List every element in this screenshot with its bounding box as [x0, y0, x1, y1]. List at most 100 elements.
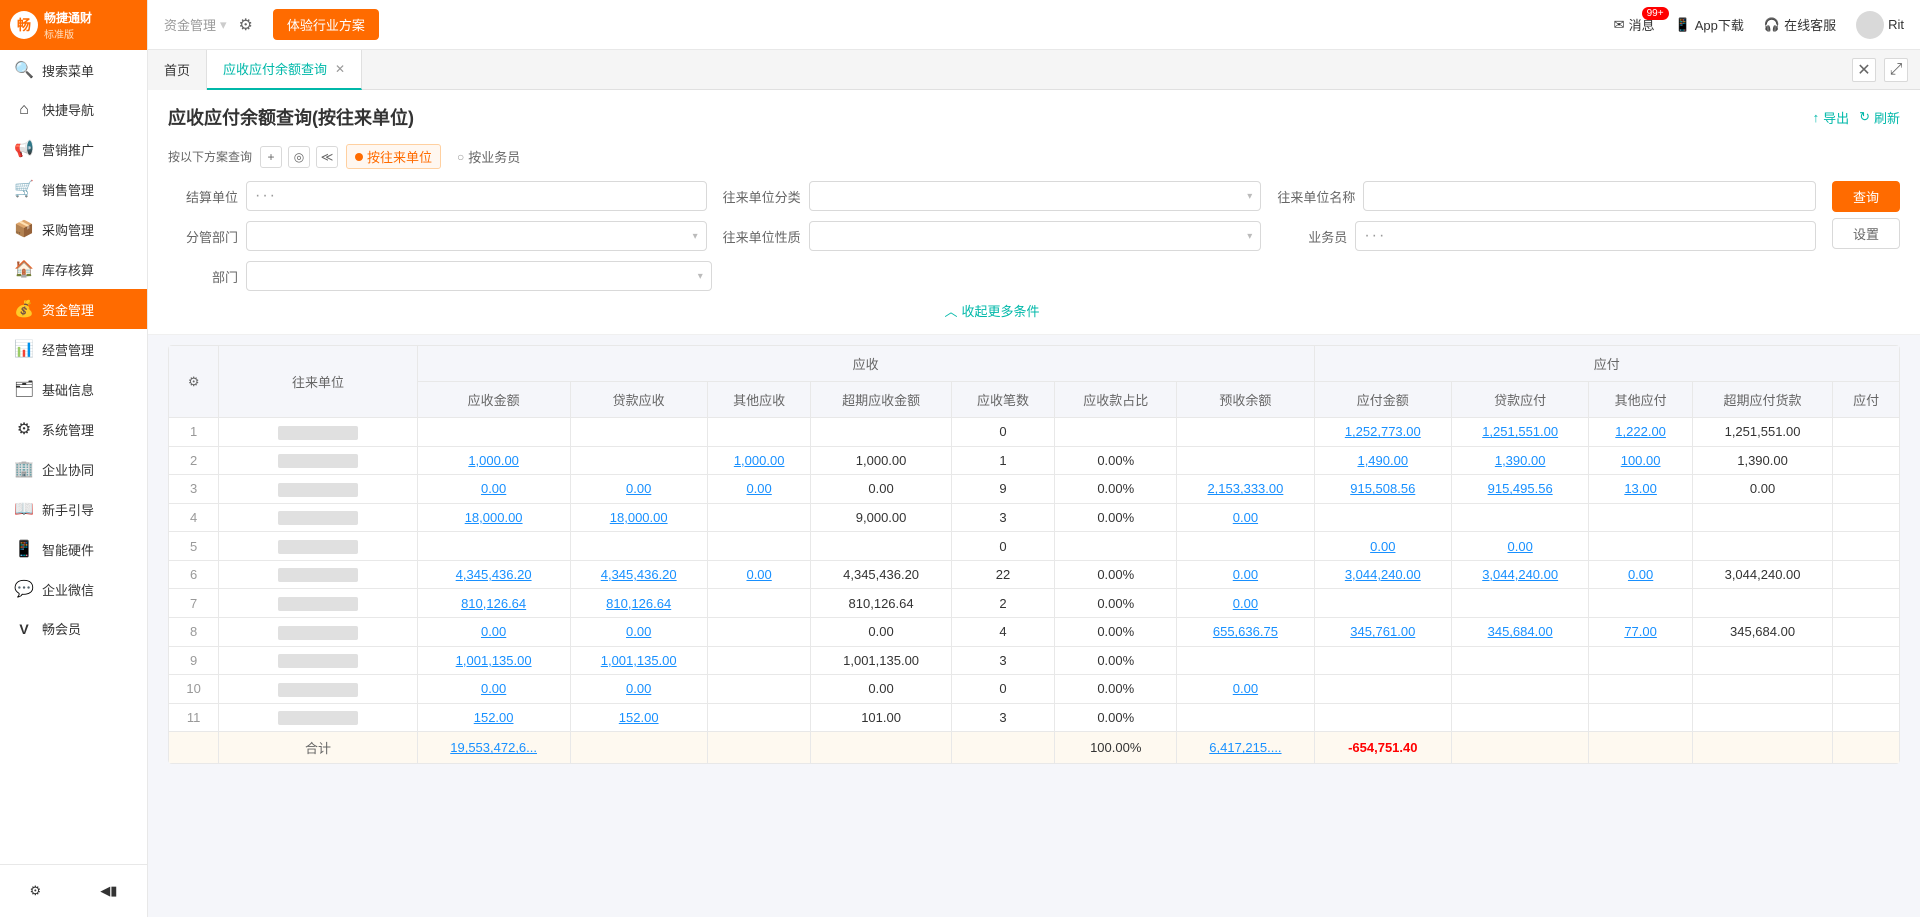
row-ar-other: 1,000.00 — [707, 446, 811, 475]
chevron-down-icon4: ▾ — [698, 271, 703, 282]
row-num: 10 — [169, 675, 219, 704]
tab-ar[interactable]: 应收应付余额查询 ✕ — [207, 50, 362, 90]
row-ar-overdue: 1,001,135.00 — [811, 646, 951, 675]
row-ar-count: 9 — [951, 475, 1055, 504]
sidebar-item-basic[interactable]: 🗂 基础信息 — [0, 369, 147, 409]
row-ar-ratio — [1055, 532, 1177, 561]
tab-close-icon[interactable]: ✕ — [335, 62, 345, 76]
dept-mgr-input[interactable]: ▾ — [246, 221, 707, 251]
sidebar-item-inventory[interactable]: 🏠 库存核算 — [0, 249, 147, 289]
row-ap-pay — [1833, 560, 1900, 589]
row-num: 3 — [169, 475, 219, 504]
scheme-edit-btn[interactable]: ◎ — [288, 146, 310, 168]
th-ap-pay: 应付 — [1833, 382, 1900, 418]
sidebar-item-quick[interactable]: ⌂ 快捷导航 — [0, 90, 147, 129]
th-ar-loan: 贷款应收 — [570, 382, 707, 418]
row-ar-other — [707, 418, 811, 447]
row-ap-loan: 915,495.56 — [1451, 475, 1588, 504]
sidebar-item-business[interactable]: 📊 经营管理 — [0, 329, 147, 369]
row-ar-prepay: 2,153,333.00 — [1177, 475, 1314, 504]
setting-button[interactable]: 设置 — [1832, 218, 1900, 249]
scheme-dot — [355, 153, 363, 161]
row-ar-count: 22 — [951, 560, 1055, 589]
sidebar-item-marketing[interactable]: 📢 营销推广 — [0, 129, 147, 169]
page-title: 应收应付余额查询(按往来单位) — [168, 104, 414, 130]
row-ar-prepay: 0.00 — [1177, 560, 1314, 589]
filter-scheme-actions: + ◎ ≪ — [260, 146, 338, 168]
row-ar-prepay: 0.00 — [1177, 675, 1314, 704]
dept-input[interactable]: ▾ — [246, 261, 712, 291]
message-icon: ✉ — [1614, 17, 1625, 33]
tabbar: 首页 应收应付余额查询 ✕ ✕ ⤢ — [148, 50, 1920, 90]
hardware-icon: 📱 — [14, 539, 34, 559]
sidebar-item-purchase[interactable]: 📦 采购管理 — [0, 209, 147, 249]
row-ar-other — [707, 503, 811, 532]
th-gear[interactable]: ⚙ — [169, 346, 219, 418]
refresh-button[interactable]: ↻ 刷新 — [1859, 108, 1900, 127]
row-ap-overdue: 0.00 — [1692, 475, 1832, 504]
row-ar-overdue: 4,345,436.20 — [811, 560, 951, 589]
company-class-input[interactable]: ▾ — [809, 181, 1262, 211]
data-table: ⚙ 往来单位 应收 应付 应收金额 贷款应收 其他应收 超期应收金额 应收笔数 — [168, 345, 1900, 764]
sidebar-settings-btn[interactable]: ⚙ — [20, 877, 52, 905]
tab-close-window-btn[interactable]: ✕ — [1852, 58, 1876, 82]
table-row: 4 18,000.00 18,000.00 9,000.00 3 0.00% 0… — [169, 503, 1900, 532]
topbar-right: ✉ 消息 99+ 📱 App下载 🎧 在线客服 Rit — [1614, 11, 1904, 39]
row-num: 5 — [169, 532, 219, 561]
filter-collapse-btn[interactable]: ︿ 收起更多条件 — [168, 301, 1816, 320]
sidebar-item-system[interactable]: ⚙ 系统管理 — [0, 409, 147, 449]
row-ap-overdue: 345,684.00 — [1692, 617, 1832, 646]
sidebar-collapse-btn[interactable]: ◀▮ — [90, 877, 127, 905]
row-ap-other: 13.00 — [1589, 475, 1693, 504]
row-ar-overdue: 0.00 — [811, 475, 951, 504]
service-icon: 🎧 — [1764, 17, 1780, 33]
row-ap-amount: 3,044,240.00 — [1314, 560, 1451, 589]
row-ap-other: 77.00 — [1589, 617, 1693, 646]
scheme-add-btn[interactable]: + — [260, 146, 282, 168]
sidebar-item-guide[interactable]: 📖 新手引导 — [0, 489, 147, 529]
sidebar-item-vip[interactable]: V 畅会员 — [0, 609, 147, 648]
scheme-by-salesman[interactable]: ○ 按业务员 — [449, 145, 528, 168]
page-actions: ↑ 导出 ↻ 刷新 — [1813, 108, 1900, 127]
tab-home[interactable]: 首页 — [148, 50, 207, 90]
row-ar-ratio — [1055, 418, 1177, 447]
footer-num — [169, 732, 219, 764]
logo: 畅 畅捷通财 标准版 — [0, 0, 147, 50]
row-ar-prepay: 0.00 — [1177, 589, 1314, 618]
footer-ar-other — [707, 732, 811, 764]
scheme-more-btn[interactable]: ≪ — [316, 146, 338, 168]
sidebar-item-finance[interactable]: 💰 资金管理 — [0, 289, 147, 329]
service-button[interactable]: 🎧 在线客服 — [1764, 15, 1836, 34]
sidebar-item-hardware[interactable]: 📱 智能硬件 — [0, 529, 147, 569]
sidebar: 畅 畅捷通财 标准版 🔍 搜索菜单 ⌂ 快捷导航 📢 营销推广 🛒 销售管理 📦… — [0, 0, 148, 917]
scheme-by-company[interactable]: 按往来单位 — [346, 144, 441, 169]
sidebar-item-wechat[interactable]: 💬 企业微信 — [0, 569, 147, 609]
row-ap-other — [1589, 503, 1693, 532]
message-button[interactable]: ✉ 消息 99+ — [1614, 15, 1655, 34]
query-button[interactable]: 查询 — [1832, 181, 1900, 212]
filter-dept-mgr: 分管部门 ▾ — [168, 221, 707, 251]
sidebar-item-corp[interactable]: 🏢 企业协同 — [0, 449, 147, 489]
row-ap-other — [1589, 532, 1693, 561]
sidebar-item-search[interactable]: 🔍 搜索菜单 — [0, 50, 147, 90]
row-ap-overdue — [1692, 646, 1832, 675]
guide-icon: 📖 — [14, 499, 34, 519]
sidebar-item-sales[interactable]: 🛒 销售管理 — [0, 169, 147, 209]
table-wrapper: ⚙ 往来单位 应收 应付 应收金额 贷款应收 其他应收 超期应收金额 应收笔数 — [168, 345, 1900, 764]
row-ap-overdue — [1692, 675, 1832, 704]
row-ar-ratio: 0.00% — [1055, 475, 1177, 504]
solution-button[interactable]: 体验行业方案 — [273, 9, 379, 40]
salesman-input[interactable]: ··· — [1355, 221, 1816, 251]
row-ar-other — [707, 532, 811, 561]
topbar-gear-icon[interactable]: ⚙ — [239, 15, 253, 35]
row-ar-other — [707, 589, 811, 618]
row-ar-overdue: 9,000.00 — [811, 503, 951, 532]
tab-expand-btn[interactable]: ⤢ — [1884, 58, 1908, 82]
user-menu[interactable]: Rit — [1856, 11, 1904, 39]
export-button[interactable]: ↑ 导出 — [1813, 108, 1850, 127]
company-nature-input[interactable]: ▾ — [809, 221, 1262, 251]
app-download-button[interactable]: 📱 App下载 — [1675, 15, 1744, 34]
settlement-input[interactable]: ··· — [246, 181, 707, 211]
company-name-input[interactable] — [1363, 181, 1816, 211]
filter-scheme-label: 按以下方案查询 — [168, 148, 252, 165]
